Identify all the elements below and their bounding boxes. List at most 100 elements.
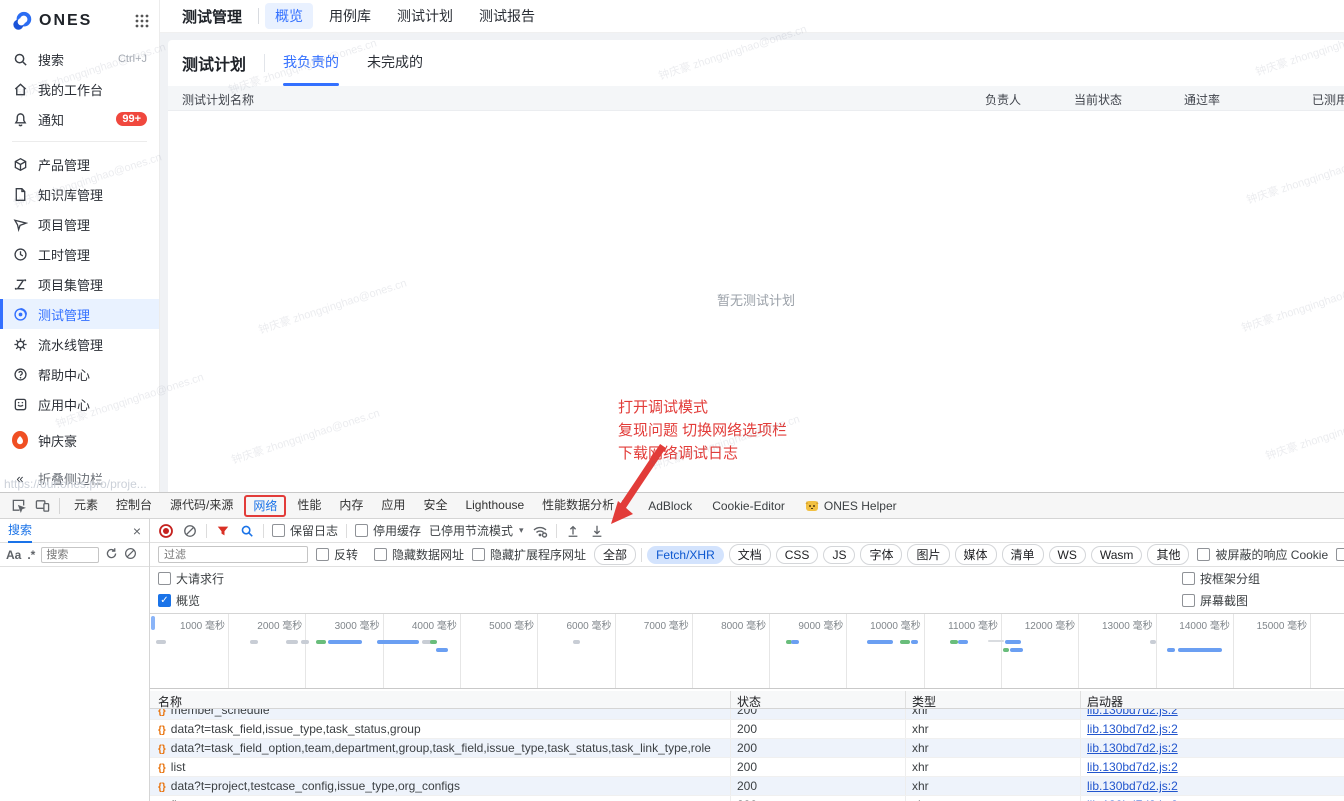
blocked-cookies-option[interactable]: 被屏蔽的响应 Cookie	[1197, 546, 1328, 563]
tab-sources[interactable]: 源代码/来源	[161, 493, 242, 519]
filter-pill--[interactable]: 文档	[728, 544, 771, 565]
hide-data-urls-option[interactable]: 隐藏数据网址	[374, 546, 464, 563]
top-nav-item-case-library[interactable]: 用例库	[329, 6, 371, 26]
sidebar-item-notifications[interactable]: 通知 99+	[0, 104, 159, 134]
clear-search-icon[interactable]	[124, 547, 137, 563]
tab-lighthouse[interactable]: Lighthouse	[456, 493, 533, 519]
hide-extension-urls-option[interactable]: 隐藏扩展程序网址	[472, 546, 586, 563]
throttling-dropdown[interactable]: 已停用节流模式 ▾	[429, 522, 524, 539]
blocked-requests-checkbox[interactable]	[1336, 548, 1344, 561]
request-row[interactable]: {} data?t=project,testcase_config,issue_t…	[150, 777, 1344, 796]
filter-pill--[interactable]: 其他	[1147, 544, 1190, 565]
preserve-log-option[interactable]: 保留日志	[272, 522, 338, 539]
tab-my-responsible[interactable]: 我负责的	[283, 40, 340, 86]
network-overview-timeline[interactable]: 1000 毫秒 2000 毫秒 3000 毫秒 4000 毫秒 5000 毫秒 6000 …	[150, 613, 1344, 689]
refresh-icon[interactable]	[105, 547, 118, 563]
network-conditions-icon[interactable]	[532, 523, 548, 539]
sidebar-item-program[interactable]: 项目集管理	[0, 269, 159, 299]
network-toolbar: 保留日志 停用缓存 已停用节流模式 ▾	[150, 519, 1344, 543]
invert-option[interactable]: 反转	[316, 546, 358, 563]
sidebar-item-test[interactable]: 测试管理	[0, 299, 159, 329]
top-nav-item-test-plan[interactable]: 测试计划	[397, 6, 453, 26]
tab-performance[interactable]: 性能	[288, 493, 330, 519]
preserve-log-checkbox[interactable]	[272, 524, 285, 537]
hide-extension-urls-checkbox[interactable]	[472, 548, 486, 561]
inspect-element-icon[interactable]	[6, 496, 30, 516]
blocked-requests-option[interactable]: 被屏蔽的请求	[1336, 546, 1344, 563]
group-by-frame-option[interactable]: 按框架分组	[1182, 567, 1260, 589]
col-initiator[interactable]: 启动器	[1087, 693, 1123, 710]
sidebar-item-help[interactable]: 帮助中心	[0, 359, 159, 389]
initiator-link[interactable]: lib.130bd7d2.js:2	[1087, 709, 1178, 717]
filter-input[interactable]	[158, 546, 308, 563]
timeline-activity-bar	[950, 640, 958, 644]
annotation-line: 复现问题 切换网络选项栏	[618, 422, 788, 439]
hide-data-urls-checkbox[interactable]	[374, 548, 388, 561]
request-row[interactable]: {} list 200 xhr lib.130bd7d2.js:2	[150, 758, 1344, 777]
screenshots-option[interactable]: 屏幕截图	[1182, 589, 1248, 611]
request-row[interactable]: {} data?t=task_field,issue_type,task_stat…	[150, 720, 1344, 739]
col-type[interactable]: 类型	[912, 693, 936, 710]
filter-pill--[interactable]: 媒体	[954, 544, 997, 565]
initiator-link[interactable]: lib.130bd7d2.js:2	[1087, 741, 1178, 755]
filter-pill-wasm[interactable]: Wasm	[1090, 545, 1143, 564]
sidebar-item-wiki[interactable]: 知识库管理	[0, 179, 159, 209]
disable-cache-option[interactable]: 停用缓存	[355, 522, 421, 539]
sidebar-search[interactable]: 搜索 Ctrl+J	[0, 44, 159, 74]
tab-memory[interactable]: 内存	[330, 493, 372, 519]
invert-checkbox[interactable]	[316, 548, 329, 561]
filter-pill--[interactable]: 字体	[860, 544, 903, 565]
screenshots-checkbox[interactable]	[1182, 593, 1195, 607]
tab-application[interactable]: 应用	[372, 493, 414, 519]
regex-toggle[interactable]: .*	[27, 548, 35, 562]
clear-icon[interactable]	[182, 523, 198, 539]
sidebar-item-worktime[interactable]: 工时管理	[0, 239, 159, 269]
timeline-activity-bar	[1178, 648, 1222, 652]
top-nav-item-overview[interactable]: 概览	[265, 3, 314, 29]
filter-pill--[interactable]: 全部	[594, 544, 637, 565]
tab-ones-helper[interactable]: ONES Helper	[795, 499, 907, 513]
tab-elements[interactable]: 元素	[65, 493, 107, 519]
filter-pill-css[interactable]: CSS	[775, 545, 819, 564]
filter-pill--[interactable]: 清单	[1001, 544, 1044, 565]
tab-cookie-editor[interactable]: Cookie-Editor	[702, 499, 795, 513]
sidebar-item-pipeline[interactable]: 流水线管理	[0, 329, 159, 359]
network-search-icon[interactable]	[239, 523, 255, 539]
filter-pill-js[interactable]: JS	[823, 545, 856, 564]
filter-funnel-icon[interactable]	[215, 523, 231, 539]
blocked-cookies-checkbox[interactable]	[1197, 548, 1211, 561]
filter-pill-fetch-xhr[interactable]: Fetch/XHR	[647, 545, 724, 564]
overview-option[interactable]: ✓ 概览	[158, 592, 200, 609]
record-icon[interactable]	[158, 523, 174, 539]
device-toolbar-icon[interactable]	[30, 496, 54, 516]
sidebar-item-user[interactable]: 钟庆豪	[0, 425, 159, 455]
overview-checkbox[interactable]: ✓	[158, 593, 171, 607]
col-status[interactable]: 状态	[737, 693, 761, 710]
big-rows-option[interactable]: 大请求行	[158, 570, 224, 587]
tab-network[interactable]: 网络	[244, 494, 287, 517]
initiator-link[interactable]: lib.130bd7d2.js:2	[1087, 760, 1178, 774]
request-row[interactable]: {} data?t=task_field_option,team,departme…	[150, 739, 1344, 758]
request-row[interactable]: {}flt… 200 xhr lib.130bd7d2.js:2	[150, 796, 1344, 801]
search-input[interactable]	[41, 546, 100, 563]
match-case-toggle[interactable]: Aa	[6, 548, 21, 562]
big-rows-checkbox[interactable]	[158, 571, 171, 585]
sidebar-item-product[interactable]: 产品管理	[0, 149, 159, 179]
sidebar-item-workbench[interactable]: 我的工作台	[0, 74, 159, 104]
initiator-link[interactable]: lib.130bd7d2.js:2	[1087, 722, 1178, 736]
request-row[interactable]: {} member_schedule 200 xhr lib.130bd7d2.js:2	[150, 709, 1344, 720]
close-icon[interactable]: ×	[133, 523, 141, 539]
col-name[interactable]: 名称	[158, 693, 182, 710]
tab-unfinished[interactable]: 未完成的	[367, 40, 423, 86]
sidebar-item-appcenter[interactable]: 应用中心	[0, 389, 159, 419]
disable-cache-checkbox[interactable]	[355, 524, 369, 537]
filter-pill-ws[interactable]: WS	[1048, 545, 1086, 564]
sidebar-item-project[interactable]: 项目管理	[0, 209, 159, 239]
group-by-frame-checkbox[interactable]	[1182, 571, 1195, 585]
tab-console[interactable]: 控制台	[107, 493, 161, 519]
top-nav-item-test-report[interactable]: 测试报告	[479, 6, 535, 26]
app-grid-icon[interactable]	[135, 14, 149, 28]
filter-pill--[interactable]: 图片	[907, 544, 950, 565]
initiator-link[interactable]: lib.130bd7d2.js:2	[1087, 779, 1178, 793]
tab-security[interactable]: 安全	[414, 493, 456, 519]
